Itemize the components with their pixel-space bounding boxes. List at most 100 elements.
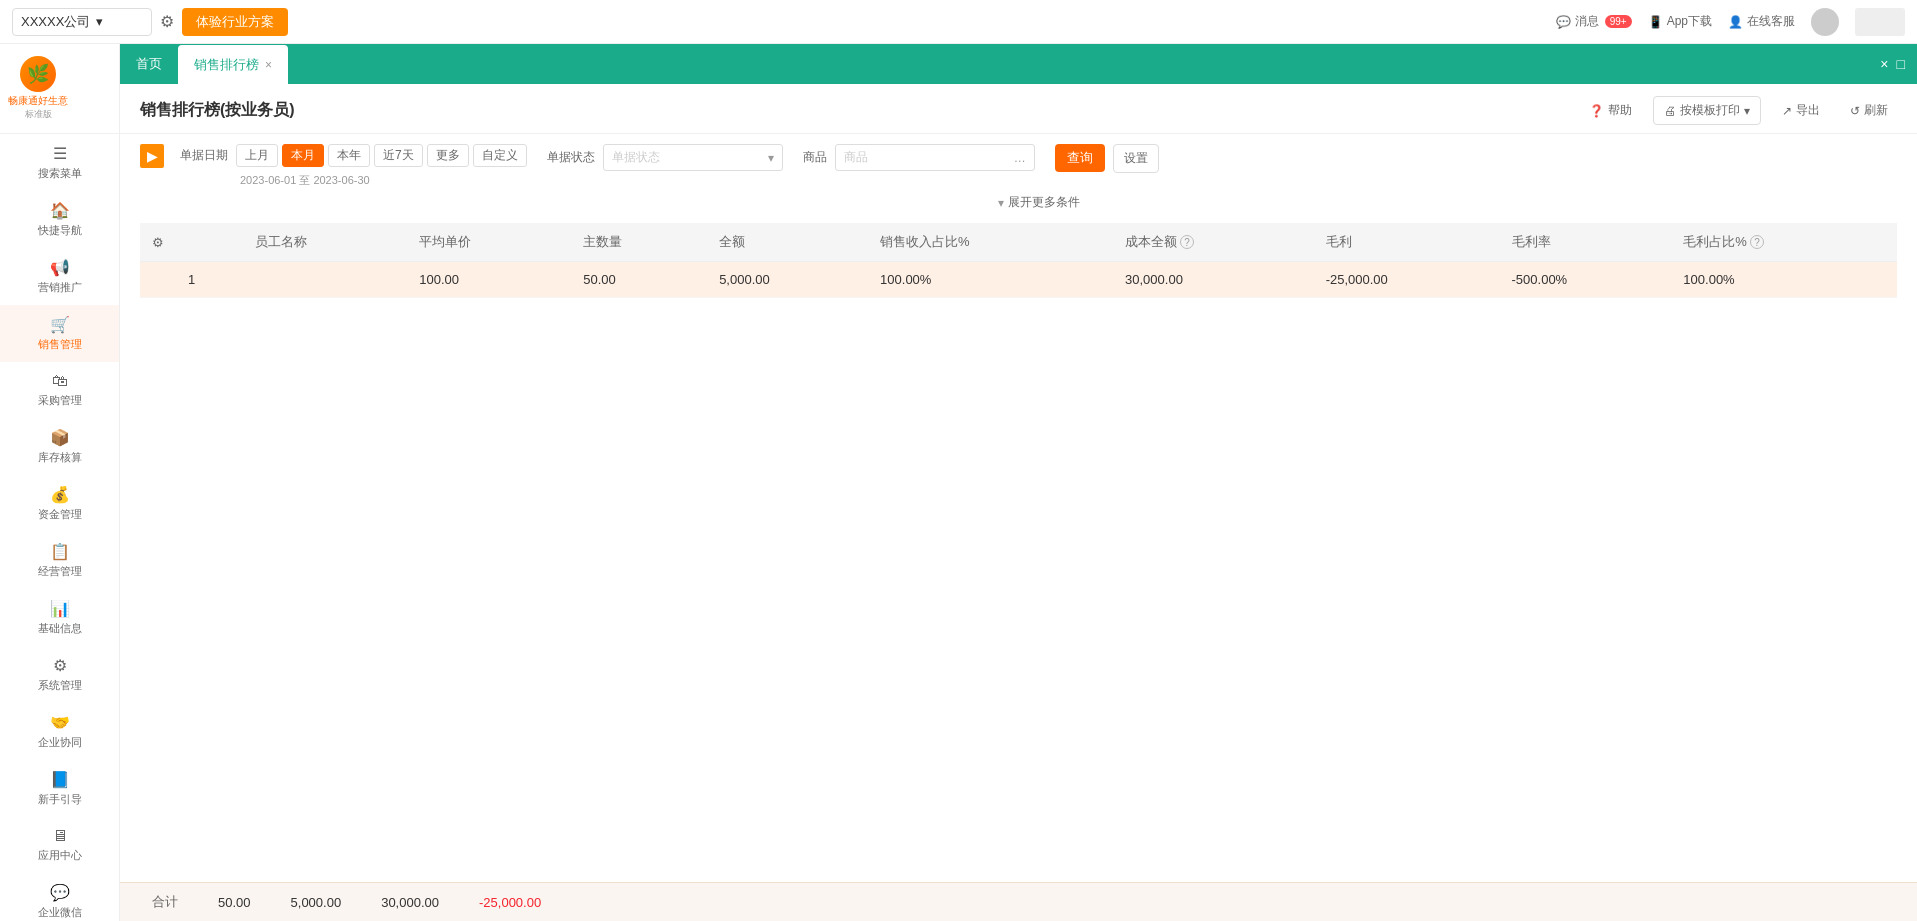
status-label: 单据状态 — [547, 149, 595, 166]
sidebar-item-purchase-mgmt[interactable]: 🛍 采购管理 — [0, 362, 119, 418]
expand-label: 展开更多条件 — [1008, 194, 1080, 211]
logo-sub: 标准版 — [25, 108, 52, 121]
print-icon: 🖨 — [1664, 104, 1676, 118]
row-rank-0: 1 — [176, 262, 243, 298]
nav-label-app-center: 应用中心 — [38, 848, 82, 863]
tab-close-icon[interactable]: × — [265, 58, 272, 72]
avatar[interactable] — [1811, 8, 1839, 36]
content-area: 首页 销售排行榜 × × □ 销售排行榜(按业务员) — [120, 44, 1917, 921]
sidebar-item-operations[interactable]: 📋 经营管理 — [0, 532, 119, 589]
refresh-button[interactable]: ↺ 刷新 — [1841, 97, 1897, 124]
date-btn-this-year[interactable]: 本年 — [328, 144, 370, 167]
nav-icon-system: ⚙ — [53, 656, 67, 675]
nav-icon-app-center: 🖥 — [52, 827, 68, 845]
sidebar-logo: 🌿 畅康通好生意 标准版 — [0, 44, 119, 134]
tab-bar: 首页 销售排行榜 × × □ — [120, 44, 1917, 84]
table-th-settings[interactable]: ⚙ — [140, 223, 176, 262]
status-dropdown-icon: ▾ — [768, 151, 774, 165]
sidebar-item-enterprise-wechat[interactable]: 💬 企业微信 — [0, 873, 119, 921]
table-header-row: ⚙ 员工名称 平均单价 主数量 全额 销售收入占比% 成本全额 — [140, 223, 1897, 262]
trial-button[interactable]: 体验行业方案 — [182, 8, 288, 36]
goods-input[interactable]: 商品 … — [835, 144, 1035, 171]
tab-home[interactable]: 首页 — [120, 44, 178, 84]
date-btn-more[interactable]: 更多 — [427, 144, 469, 167]
sidebar-item-search-order[interactable]: ☰ 搜索菜单 — [0, 134, 119, 191]
sidebar-item-capital[interactable]: 💰 资金管理 — [0, 475, 119, 532]
message-button[interactable]: 💬 消息 99+ — [1556, 13, 1632, 30]
tab-window-maximize-icon[interactable]: □ — [1897, 56, 1905, 72]
gross-pct-info-icon[interactable]: ? — [1750, 235, 1764, 249]
nav-icon-quick-nav: 🏠 — [50, 201, 70, 220]
filter-area: ▶ 单据日期 上月 本月 本年 近7天 — [120, 134, 1917, 223]
sidebar-item-enterprise-collab[interactable]: 🤝 企业协同 — [0, 703, 119, 760]
sidebar-item-inventory[interactable]: 📦 库存核算 — [0, 418, 119, 475]
table-footer: 合计 50.00 5,000.00 30,000.00 -25,000.00 — [120, 882, 1917, 921]
row-name-0 — [243, 262, 407, 298]
sidebar-item-sales-mgmt[interactable]: 🛒 销售管理 — [0, 305, 119, 362]
table-th-main-qty: 主数量 — [571, 223, 707, 262]
settings-icon[interactable]: ⚙ — [160, 12, 174, 31]
date-btn-7days[interactable]: 近7天 — [374, 144, 423, 167]
online-service-icon: 👤 — [1728, 15, 1743, 29]
nav-label-operations: 经营管理 — [38, 564, 82, 579]
sidebar-item-quick-nav[interactable]: 🏠 快捷导航 — [0, 191, 119, 248]
filter-main: 单据日期 上月 本月 本年 近7天 更多 自定义 — [180, 144, 1897, 213]
footer-amount: 5,000.00 — [291, 895, 342, 910]
query-button[interactable]: 查询 — [1055, 144, 1105, 172]
goods-label: 商品 — [803, 149, 827, 166]
company-selector[interactable]: XXXXX公司 ▾ — [12, 8, 152, 36]
filter-toggle-button[interactable]: ▶ — [140, 144, 164, 168]
row-gross-0: -25,000.00 — [1314, 262, 1500, 298]
tab-sales-rank[interactable]: 销售排行榜 × — [178, 45, 288, 85]
footer-cost: 30,000.00 — [381, 895, 439, 910]
goods-filter-row: 商品 商品 … — [803, 144, 1035, 171]
sidebar-item-marketing[interactable]: 📢 营销推广 — [0, 248, 119, 305]
app-download-button[interactable]: 📱 App下载 — [1648, 13, 1712, 30]
nav-icon-capital: 💰 — [50, 485, 70, 504]
table-th-sales-pct: 销售收入占比% — [868, 223, 1113, 262]
status-placeholder: 单据状态 — [612, 149, 660, 166]
nav-icon-sales-mgmt: 🛒 — [50, 315, 70, 334]
sidebar-item-app-center[interactable]: 🖥 应用中心 — [0, 817, 119, 873]
status-filter-row: 单据状态 单据状态 ▾ — [547, 144, 783, 171]
table-th-name: 员工名称 — [243, 223, 407, 262]
nav-label-purchase-mgmt: 采购管理 — [38, 393, 82, 408]
help-button[interactable]: ❓ 帮助 — [1580, 97, 1641, 124]
row-avg-price-0: 100.00 — [407, 262, 571, 298]
page-title: 销售排行榜(按业务员) — [140, 100, 295, 121]
date-buttons: 上月 本月 本年 近7天 更多 自定义 — [236, 144, 527, 167]
sidebar-item-basic-info[interactable]: 📊 基础信息 — [0, 589, 119, 646]
nav-label-inventory: 库存核算 — [38, 450, 82, 465]
date-btn-last-month[interactable]: 上月 — [236, 144, 278, 167]
gross-pct-label: 毛利占比% — [1683, 233, 1747, 251]
settings-button[interactable]: 设置 — [1113, 144, 1159, 173]
online-service-button[interactable]: 👤 在线客服 — [1728, 13, 1795, 30]
status-select[interactable]: 单据状态 ▾ — [603, 144, 783, 171]
table-th-amount: 全额 — [707, 223, 868, 262]
help-label: 帮助 — [1608, 102, 1632, 119]
expand-more-button[interactable]: ▾ 展开更多条件 — [180, 188, 1897, 213]
row-cost-0: 30,000.00 — [1113, 262, 1314, 298]
sidebar-item-newbie-guide[interactable]: 📘 新手引导 — [0, 760, 119, 817]
nav-icon-newbie-guide: 📘 — [50, 770, 70, 789]
cost-info-icon[interactable]: ? — [1180, 235, 1194, 249]
nav-label-enterprise-collab: 企业协同 — [38, 735, 82, 750]
help-icon: ❓ — [1589, 104, 1604, 118]
tab-window-close-icon[interactable]: × — [1880, 56, 1888, 72]
nav-icon-operations: 📋 — [50, 542, 70, 561]
nav-icon-enterprise-collab: 🤝 — [50, 713, 70, 732]
sidebar-item-system[interactable]: ⚙ 系统管理 — [0, 646, 119, 703]
template-print-button[interactable]: 🖨 按模板打印 ▾ — [1653, 96, 1761, 125]
date-btn-custom[interactable]: 自定义 — [473, 144, 527, 167]
goods-placeholder: 商品 — [844, 149, 868, 166]
message-icon: 💬 — [1556, 15, 1571, 29]
date-btn-this-month[interactable]: 本月 — [282, 144, 324, 167]
tab-bar-right: × □ — [1880, 56, 1917, 72]
data-table: ⚙ 员工名称 平均单价 主数量 全额 销售收入占比% 成本全额 — [140, 223, 1897, 298]
nav-label-sales-mgmt: 销售管理 — [38, 337, 82, 352]
export-button[interactable]: ↗ 导出 — [1773, 97, 1829, 124]
row-gross-pct-0: 100.00% — [1671, 262, 1897, 298]
export-icon: ↗ — [1782, 104, 1792, 118]
footer-label: 合计 — [152, 893, 178, 911]
goods-filter-col: 商品 商品 … — [803, 144, 1035, 171]
